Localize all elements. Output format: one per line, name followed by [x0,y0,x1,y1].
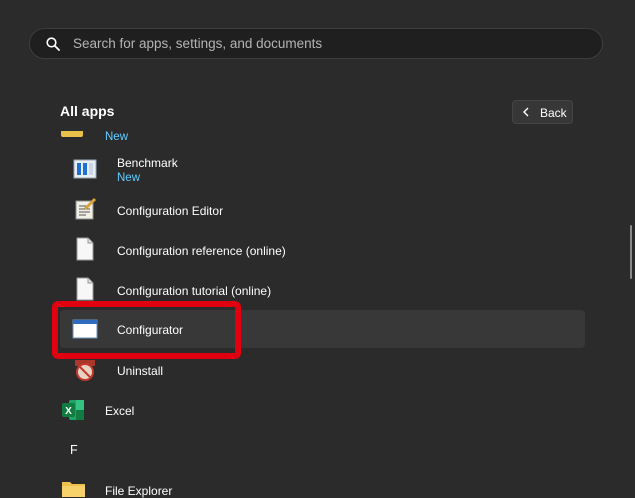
new-badge: New [117,172,141,184]
scrollbar-thumb[interactable] [630,225,632,279]
new-badge: New [105,131,129,143]
list-item-configuration-editor[interactable]: Configuration Editor [60,191,585,229]
app-label: Uninstall [117,364,164,378]
folder-icon [61,131,83,137]
list-item-uninstall[interactable]: Uninstall [60,351,585,389]
section-letter: F [70,443,78,457]
app-label: Configuration reference (online) [117,244,286,258]
uninstall-icon [75,360,95,381]
list-item-benchmark[interactable]: Benchmark New [60,150,585,188]
document-icon [76,277,94,301]
back-button-label: Back [540,106,567,120]
back-button[interactable]: Back [512,100,573,124]
list-item-excel[interactable]: X Excel [60,391,585,429]
chevron-left-icon [523,107,529,117]
benchmark-icon [73,159,97,179]
app-label: File Explorer [105,484,173,498]
app-label: Configuration tutorial (online) [117,284,272,298]
app-label: Benchmark [117,156,178,170]
search-bar[interactable] [29,28,603,59]
list-item-partial[interactable]: New [60,131,585,147]
list-item-file-explorer[interactable]: File Explorer [60,471,585,498]
app-label: Configuration Editor [117,204,224,218]
search-icon [46,37,60,51]
document-icon [76,237,94,261]
config-editor-icon [75,197,97,220]
page-title: All apps [60,103,115,119]
folder-icon [62,482,85,497]
list-item-configuration-reference[interactable]: Configuration reference (online) [60,231,585,269]
svg-text:X: X [65,406,72,417]
app-label: Excel [105,404,135,418]
excel-icon: X [62,400,84,420]
search-input[interactable] [73,29,573,58]
section-header-f[interactable]: F [60,431,585,469]
